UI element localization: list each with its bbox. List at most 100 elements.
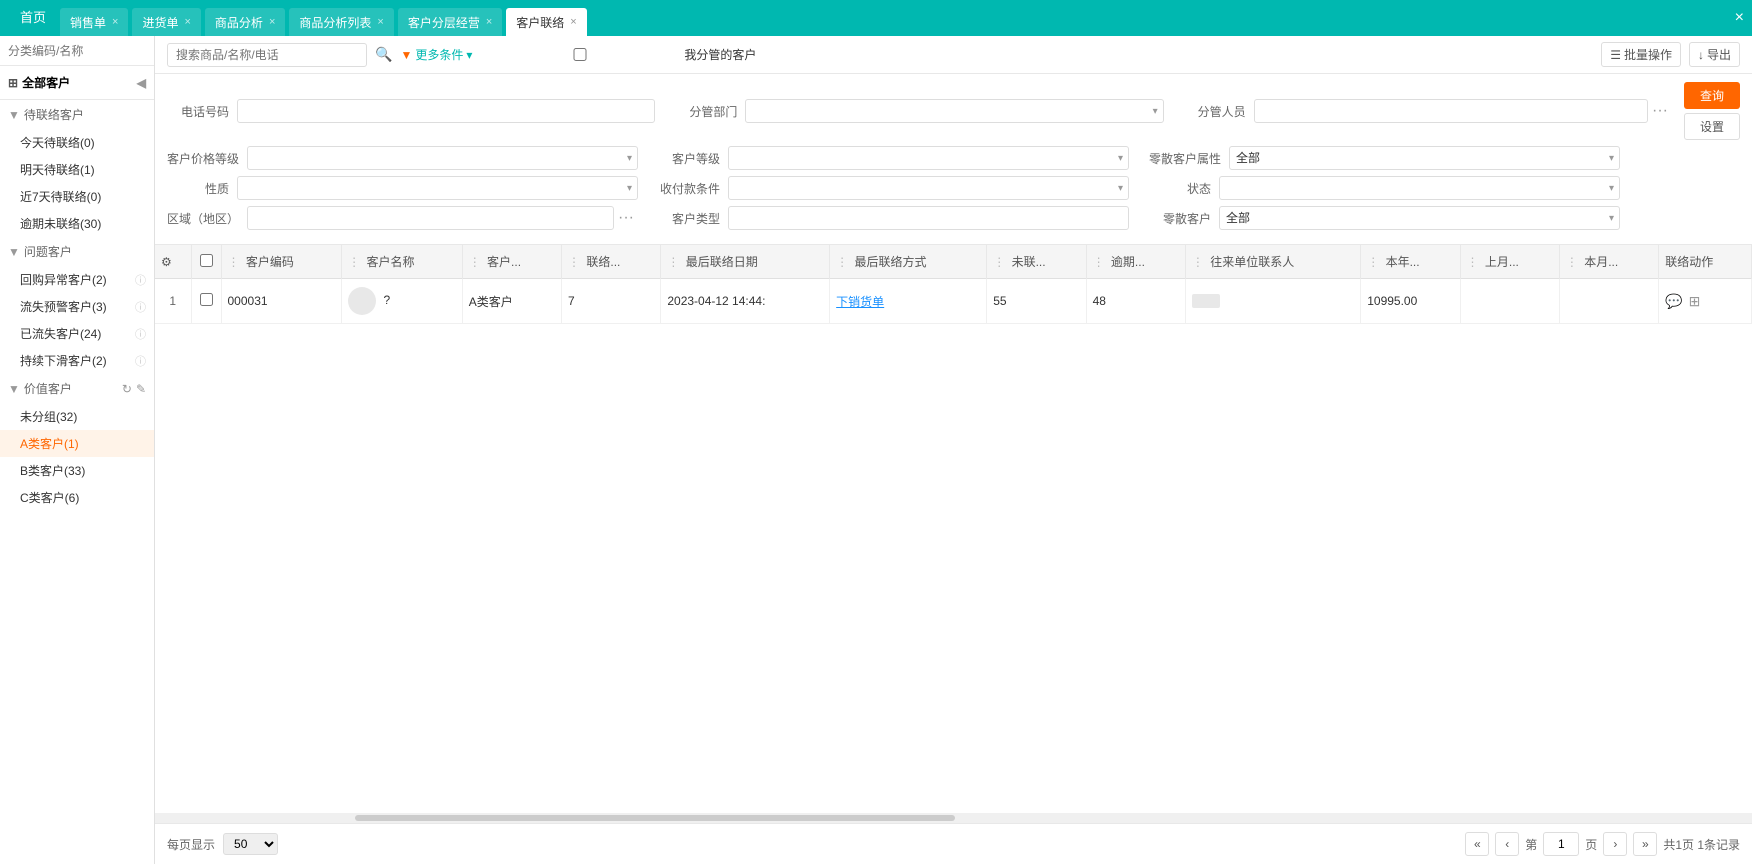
grid-icon: ⊞ [8,76,18,90]
refresh-icon[interactable]: ↻ [122,382,132,396]
sidebar-item-abnormal[interactable]: 回购异常客户(2) ⓘ [0,266,154,293]
col-settings[interactable]: ⚙ [155,245,191,279]
tab-customer-contact-close[interactable]: × [570,16,576,28]
col-code: ⋮ 客户编码 [221,245,342,279]
sidebar-section-value[interactable]: ▼ 价值客户 ↻ ✎ [0,374,154,403]
filter-bar: 🔍 ▼ 更多条件 ▾ 我分管的客户 ☰ 批量操作 ↓ 导出 [155,36,1752,74]
col-contact: ⋮ 联络... [562,245,661,279]
nature-label: 性质 [167,180,237,197]
next-page-button[interactable]: › [1603,832,1627,856]
tab-sales[interactable]: 销售单 × [60,8,128,36]
tab-purchase-close[interactable]: × [184,16,190,28]
sidebar-item-class-b[interactable]: B类客户(33) [0,457,154,484]
export-button[interactable]: ↓ 导出 [1689,42,1740,67]
edit-icon[interactable]: ✎ [136,382,146,396]
region-input[interactable] [247,206,614,230]
sidebar-item-class-c[interactable]: C类客户(6) [0,484,154,511]
tab-customer-tier[interactable]: 客户分层经营 × [398,8,502,36]
customer-type-label: 客户类型 [658,210,728,227]
payment-select[interactable] [728,176,1129,200]
close-all-button[interactable]: × [1735,9,1744,27]
tab-customer-tier-close[interactable]: × [486,16,492,28]
sidebar-item-declining[interactable]: 持续下滑客户(2) ⓘ [0,347,154,374]
filter-phone: 电话号码 [167,99,655,123]
data-table-container: ⚙ ⋮ 客户编码 ⋮ 客户名称 [155,245,1752,813]
price-tier-select[interactable] [247,146,638,170]
batch-op-button[interactable]: ☰ 批量操作 [1601,42,1681,67]
row-name: ? [342,279,463,324]
manager-input[interactable] [1254,99,1648,123]
page-number-input[interactable] [1543,832,1579,856]
settings-col-icon[interactable]: ⚙ [161,255,172,269]
col-name-label: 客户名称 [366,255,414,269]
sidebar-item-overdue[interactable]: 逾期未联络(30) [0,210,154,237]
sidebar-item-ungrouped[interactable]: 未分组(32) [0,403,154,430]
retail-attr-select[interactable]: 全部 [1229,146,1620,170]
tab-product-analysis-close[interactable]: × [269,16,275,28]
tab-product-analysis-list-close[interactable]: × [377,16,383,28]
manager-more-button[interactable]: ··· [1648,102,1672,120]
row-name-text: ? [383,293,390,307]
sidebar-item-loss-warning[interactable]: 流失预警客户(3) ⓘ [0,293,154,320]
my-customers-filter[interactable]: 我分管的客户 [480,46,756,63]
collapse-icon[interactable]: ◀ [137,76,146,90]
col-year-drag: ⋮ [1367,255,1379,269]
settings-button[interactable]: 设置 [1684,113,1740,140]
prev-page-button[interactable]: ‹ [1495,832,1519,856]
select-all-checkbox[interactable] [200,254,213,267]
sidebar-item-lost[interactable]: 已流失客户(24) ⓘ [0,320,154,347]
first-page-button[interactable]: « [1465,832,1489,856]
tab-purchase[interactable]: 进货单 × [132,8,200,36]
status-label: 状态 [1149,180,1219,197]
home-tab[interactable]: 首页 [8,0,58,36]
sidebar-item-class-a[interactable]: A类客户(1) [0,430,154,457]
search-input[interactable] [167,43,367,67]
sidebar-item-tomorrow[interactable]: 明天待联络(1) [0,156,154,183]
table-row: 1 000031 ? A类客户 7 2023-04-12 14:44: [155,279,1752,324]
customer-type-input[interactable] [728,206,1129,230]
tab-customer-contact[interactable]: 客户联络 × [506,8,586,36]
tab-product-analysis[interactable]: 商品分析 × [205,8,285,36]
my-customers-label: 我分管的客户 [684,46,756,63]
region-more-button[interactable]: ··· [614,209,638,227]
row-last-contact-type[interactable]: 下销货单 [830,279,987,324]
sidebar-item-7days[interactable]: 近7天待联络(0) [0,183,154,210]
filter-row-2: 客户价格等级 ▾ 客户等级 ▾ 零散客户属性 [167,146,1740,170]
more-filters-button[interactable]: ▼ 更多条件 ▾ [400,46,472,63]
sidebar-item-today[interactable]: 今天待联络(0) [0,129,154,156]
all-customers-label: 全部客户 [22,74,70,91]
dept-select[interactable] [745,99,1163,123]
last-contact-type-link[interactable]: 下销货单 [836,295,884,309]
tab-sales-close[interactable]: × [112,16,118,28]
col-actions: 联络动作 [1659,245,1752,279]
status-select[interactable] [1219,176,1620,200]
row-checkbox[interactable] [200,293,213,306]
customer-tier-select[interactable] [728,146,1129,170]
retail-customer-select[interactable]: 全部 [1219,206,1620,230]
tab-product-analysis-list[interactable]: 商品分析列表 × [289,8,393,36]
nature-select-wrapper: ▾ [237,176,638,200]
col-overdue-drag: ⋮ [1093,255,1105,269]
chat-action-icon[interactable]: 💬 [1665,293,1682,310]
phone-input[interactable] [237,99,655,123]
col-code-label: 客户编码 [246,255,294,269]
qr-action-icon[interactable]: ⊞ [1689,293,1701,310]
row-no-contact: 55 [987,279,1086,324]
query-button[interactable]: 查询 [1684,82,1740,109]
sidebar-search-input[interactable] [8,44,155,58]
sidebar-section-problem[interactable]: ▼ 问题客户 [0,237,154,266]
last-page-button[interactable]: » [1633,832,1657,856]
search-button[interactable]: 🔍 [375,46,392,63]
nature-select[interactable] [237,176,638,200]
col-contact-label: 联络... [586,255,620,269]
row-checkbox-cell[interactable] [191,279,221,324]
sidebar-section-pending[interactable]: ▼ 待联络客户 [0,100,154,129]
my-customers-checkbox[interactable] [480,48,680,61]
sidebar-all-customers[interactable]: ⊞ 全部客户 ◀ [0,66,154,100]
tab-product-analysis-list-label: 商品分析列表 [299,14,371,31]
col-last-contact-type: ⋮ 最后联络方式 [830,245,987,279]
scroll-thumb[interactable] [355,815,955,821]
col-checkbox[interactable] [191,245,221,279]
page-size-select[interactable]: 50 10 20 100 [223,833,278,855]
horizontal-scrollbar[interactable] [155,813,1752,823]
